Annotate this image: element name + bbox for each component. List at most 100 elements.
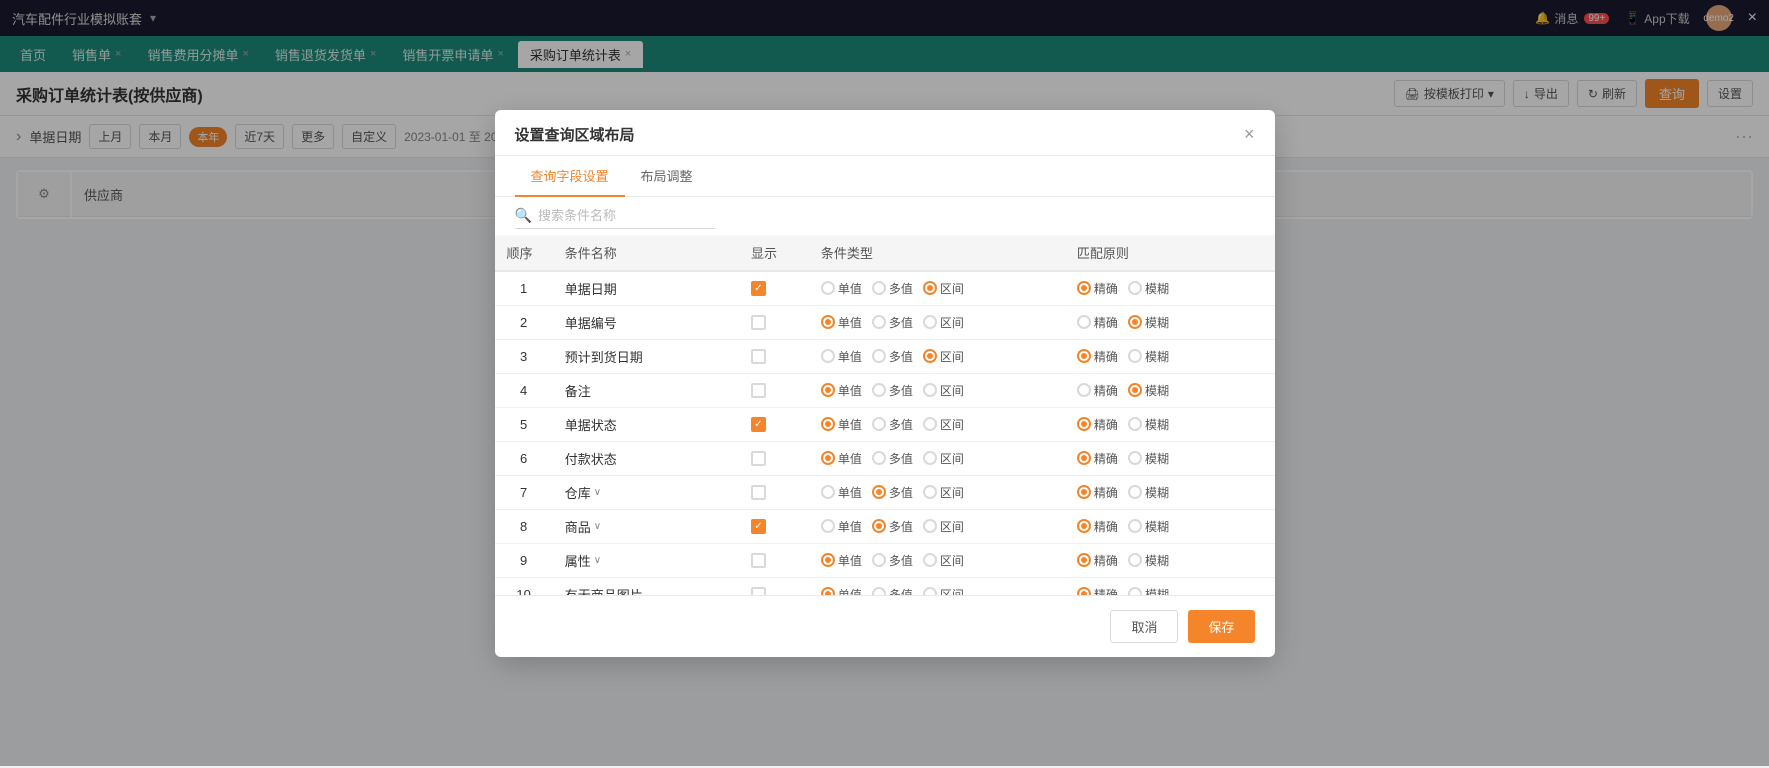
dialog-header: 设置查询区域布局 ×: [495, 110, 1275, 156]
match-exact-5[interactable]: 精确: [1077, 416, 1118, 433]
match-exact-2[interactable]: 精确: [1077, 314, 1118, 331]
col-header-order: 顺序: [495, 235, 553, 271]
row-name-5: 单据状态: [553, 407, 739, 441]
modal-overlay: 设置查询区域布局 × 查询字段设置 布局调整 🔍: [0, 0, 1769, 766]
match-exact-8[interactable]: 精确: [1077, 518, 1118, 535]
row-display-5[interactable]: ✓: [739, 407, 809, 441]
display-checkbox-2[interactable]: [751, 315, 766, 330]
type-single-5[interactable]: 单值: [821, 416, 862, 433]
type-multi-9[interactable]: 多值: [872, 552, 913, 569]
match-fuzzy-9[interactable]: 模糊: [1128, 552, 1169, 569]
match-fuzzy-8[interactable]: 模糊: [1128, 518, 1169, 535]
display-checkbox-8[interactable]: ✓: [751, 519, 766, 534]
config-table: 顺序 条件名称 显示 条件类型 匹配原则 1单据日期✓ 单值 多值: [495, 235, 1275, 595]
type-multi-10[interactable]: 多值: [872, 586, 913, 595]
config-row-9: 9属性∨ 单值 多值 区间 精确 模糊: [495, 543, 1275, 577]
row-match-9: 精确 模糊: [1065, 543, 1275, 577]
display-checkbox-6[interactable]: [751, 451, 766, 466]
match-exact-3[interactable]: 精确: [1077, 348, 1118, 365]
display-checkbox-7[interactable]: [751, 485, 766, 500]
type-single-1[interactable]: 单值: [821, 280, 862, 297]
type-single-9[interactable]: 单值: [821, 552, 862, 569]
row-display-4[interactable]: [739, 373, 809, 407]
display-checkbox-9[interactable]: [751, 553, 766, 568]
type-single-8[interactable]: 单值: [821, 518, 862, 535]
match-fuzzy-3[interactable]: 模糊: [1128, 348, 1169, 365]
type-multi-3[interactable]: 多值: [872, 348, 913, 365]
type-range-7[interactable]: 区间: [923, 484, 964, 501]
save-button[interactable]: 保存: [1188, 610, 1254, 643]
row-match-10: 精确 模糊: [1065, 577, 1275, 595]
type-range-10[interactable]: 区间: [923, 586, 964, 595]
type-single-2[interactable]: 单值: [821, 314, 862, 331]
row-name-6: 付款状态: [553, 441, 739, 475]
match-fuzzy-2[interactable]: 模糊: [1128, 314, 1169, 331]
match-exact-6[interactable]: 精确: [1077, 450, 1118, 467]
col-header-name: 条件名称: [553, 235, 739, 271]
type-multi-1[interactable]: 多值: [872, 280, 913, 297]
match-exact-4[interactable]: 精确: [1077, 382, 1118, 399]
row-display-6[interactable]: [739, 441, 809, 475]
display-checkbox-4[interactable]: [751, 383, 766, 398]
type-single-4[interactable]: 单值: [821, 382, 862, 399]
row-match-2: 精确 模糊: [1065, 305, 1275, 339]
dialog-tab-layout-label: 布局调整: [641, 169, 693, 184]
row-display-10[interactable]: [739, 577, 809, 595]
dialog-tab-query-fields[interactable]: 查询字段设置: [515, 156, 625, 197]
match-fuzzy-7[interactable]: 模糊: [1128, 484, 1169, 501]
row-name-4: 备注: [553, 373, 739, 407]
type-single-7[interactable]: 单值: [821, 484, 862, 501]
row-order-8: 8: [495, 509, 553, 543]
row-type-8: 单值 多值 区间: [809, 509, 1065, 543]
row-order-1: 1: [495, 271, 553, 306]
display-checkbox-3[interactable]: [751, 349, 766, 364]
row-display-7[interactable]: [739, 475, 809, 509]
type-multi-2[interactable]: 多值: [872, 314, 913, 331]
type-range-3[interactable]: 区间: [923, 348, 964, 365]
type-range-8[interactable]: 区间: [923, 518, 964, 535]
row-display-8[interactable]: ✓: [739, 509, 809, 543]
type-range-6[interactable]: 区间: [923, 450, 964, 467]
match-fuzzy-4[interactable]: 模糊: [1128, 382, 1169, 399]
row-display-9[interactable]: [739, 543, 809, 577]
dialog-tab-layout[interactable]: 布局调整: [625, 156, 709, 197]
type-multi-5[interactable]: 多值: [872, 416, 913, 433]
display-checkbox-5[interactable]: ✓: [751, 417, 766, 432]
match-fuzzy-1[interactable]: 模糊: [1128, 280, 1169, 297]
dialog-close-button[interactable]: ×: [1244, 125, 1255, 143]
row-type-4: 单值 多值 区间: [809, 373, 1065, 407]
display-checkbox-1[interactable]: ✓: [751, 281, 766, 296]
config-table-scroll[interactable]: 顺序 条件名称 显示 条件类型 匹配原则 1单据日期✓ 单值 多值: [495, 235, 1275, 595]
type-range-2[interactable]: 区间: [923, 314, 964, 331]
type-multi-7[interactable]: 多值: [872, 484, 913, 501]
type-range-5[interactable]: 区间: [923, 416, 964, 433]
type-multi-4[interactable]: 多值: [872, 382, 913, 399]
row-display-1[interactable]: ✓: [739, 271, 809, 306]
row-order-5: 5: [495, 407, 553, 441]
match-exact-7[interactable]: 精确: [1077, 484, 1118, 501]
type-range-4[interactable]: 区间: [923, 382, 964, 399]
match-fuzzy-5[interactable]: 模糊: [1128, 416, 1169, 433]
display-checkbox-10[interactable]: [751, 587, 766, 595]
match-exact-10[interactable]: 精确: [1077, 586, 1118, 595]
match-fuzzy-10[interactable]: 模糊: [1128, 586, 1169, 595]
type-range-9[interactable]: 区间: [923, 552, 964, 569]
match-exact-1[interactable]: 精确: [1077, 280, 1118, 297]
type-multi-6[interactable]: 多值: [872, 450, 913, 467]
match-fuzzy-6[interactable]: 模糊: [1128, 450, 1169, 467]
type-single-6[interactable]: 单值: [821, 450, 862, 467]
type-single-10[interactable]: 单值: [821, 586, 862, 595]
config-row-1: 1单据日期✓ 单值 多值 区间 精确 模糊: [495, 271, 1275, 306]
match-exact-9[interactable]: 精确: [1077, 552, 1118, 569]
type-multi-8[interactable]: 多值: [872, 518, 913, 535]
row-display-2[interactable]: [739, 305, 809, 339]
type-range-1[interactable]: 区间: [923, 280, 964, 297]
config-row-5: 5单据状态 ✓ 单值 多值 区间 精确 模糊: [495, 407, 1275, 441]
row-match-5: 精确 模糊: [1065, 407, 1275, 441]
row-match-6: 精确 模糊: [1065, 441, 1275, 475]
cancel-button[interactable]: 取消: [1110, 610, 1178, 643]
row-type-9: 单值 多值 区间: [809, 543, 1065, 577]
type-single-3[interactable]: 单值: [821, 348, 862, 365]
row-display-3[interactable]: [739, 339, 809, 373]
dialog-search-input[interactable]: [538, 208, 715, 223]
